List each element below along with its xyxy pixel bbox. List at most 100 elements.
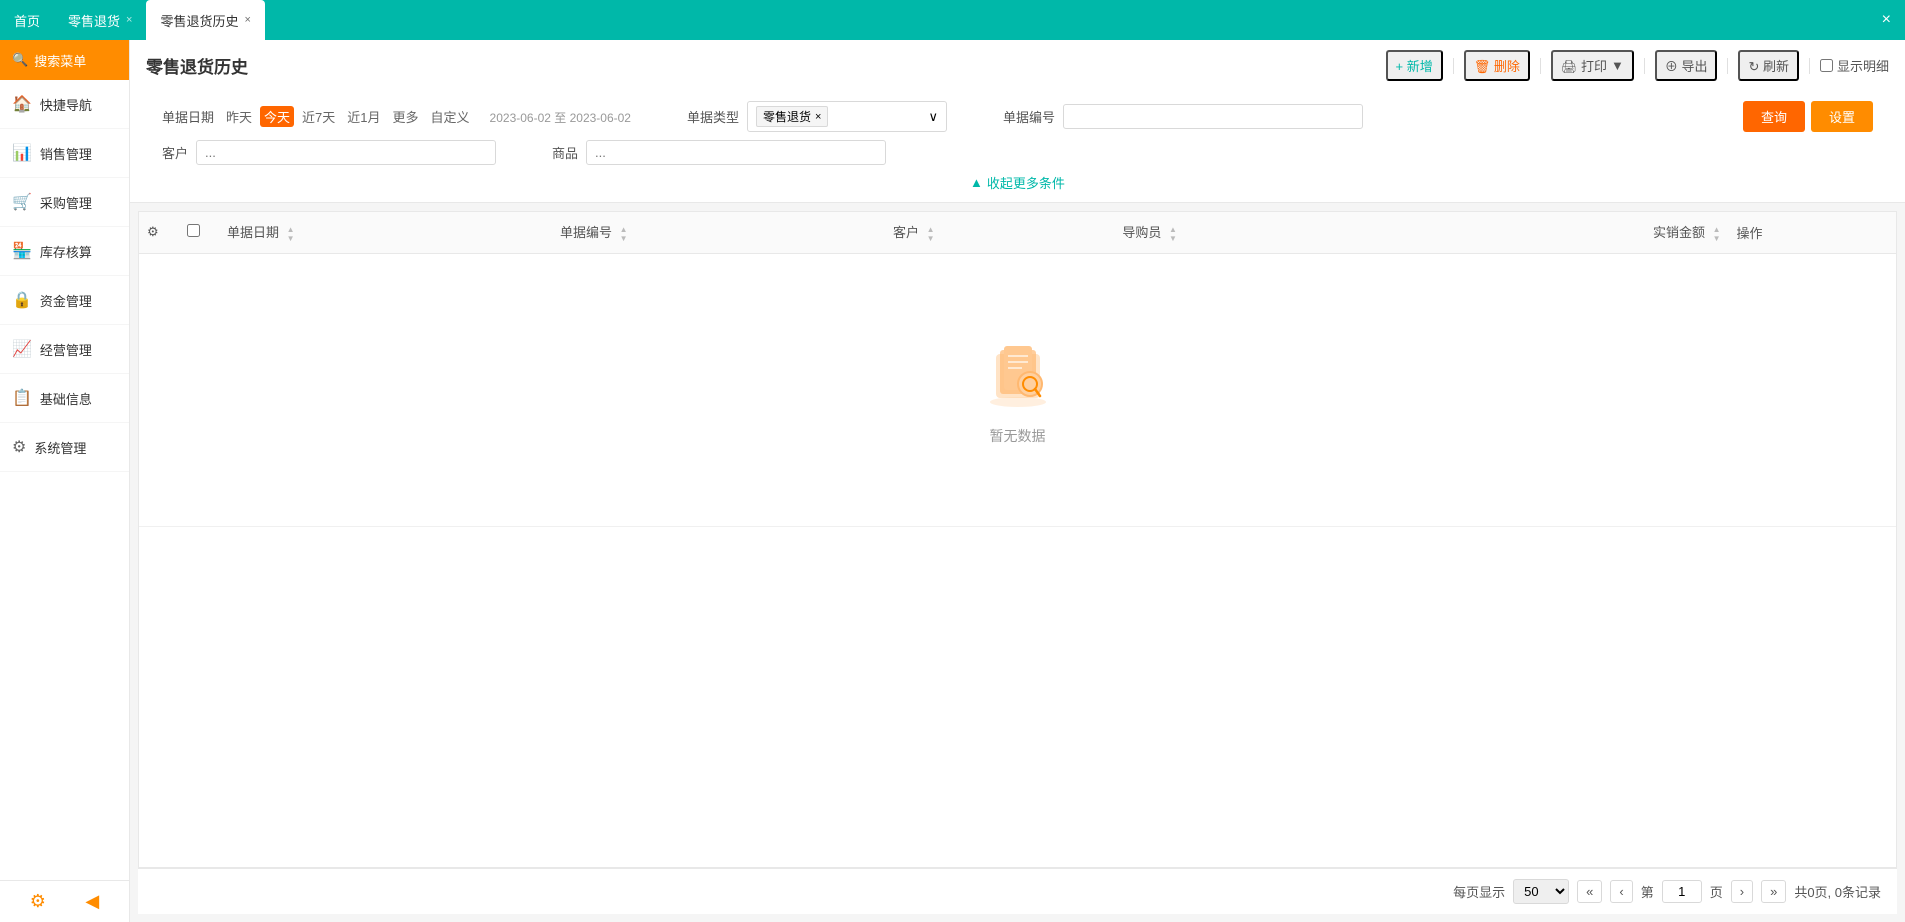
sidebar: 🔍 搜索菜单 🏠 快捷导航 📊 销售管理 🛒 采购管理 🏪 库存核算 🔒 资金管… [0, 40, 130, 922]
doc-type-dropdown-icon: ∨ [928, 109, 938, 125]
doc-type-filter-item: 单据类型 零售退货 × ∨ [687, 101, 947, 132]
th-date[interactable]: 单据日期 ▲ ▼ [219, 212, 552, 253]
page-number-input[interactable] [1662, 880, 1702, 903]
th-amount[interactable]: 实销金额 ▲ ▼ [1396, 212, 1729, 253]
delete-button[interactable]: 🗑 删除 [1464, 50, 1530, 81]
sales-icon: 📊 [12, 143, 32, 163]
prev-page-button[interactable]: ‹ [1610, 880, 1632, 903]
th-guide[interactable]: 导购员 ▲ ▼ [1114, 212, 1395, 253]
toolbar-divider-4 [1727, 58, 1728, 74]
customer-sort-icons: ▲ ▼ [927, 225, 935, 243]
customer-filter-item: 客户 [162, 140, 496, 165]
setting-button[interactable]: 设置 [1811, 101, 1873, 132]
date-range-display: 2023-06-02 至 2023-06-02 [490, 109, 631, 126]
display-detail-input[interactable] [1820, 59, 1833, 72]
doc-number-input[interactable] [1063, 104, 1363, 129]
per-page-select[interactable]: 50 10 20 100 [1513, 879, 1569, 904]
sidebar-item-system[interactable]: ⚙ 系统管理 [0, 423, 129, 472]
tab-retail-return-close[interactable]: × [126, 14, 132, 26]
export-button[interactable]: ⊕ 导出 [1655, 50, 1718, 81]
date-shortcut-custom[interactable]: 自定义 [427, 106, 474, 127]
search-icon: 🔍 [12, 52, 28, 68]
window-close-button[interactable]: × [1882, 11, 1891, 29]
tab-retail-return-history-close[interactable]: × [244, 14, 250, 26]
filter-row-2: 客户 商品 [162, 140, 1873, 165]
date-filter-label: 单据日期 [162, 107, 214, 126]
toolbar-divider-1 [1453, 58, 1454, 74]
per-page-label: 每页显示 [1453, 882, 1505, 901]
print-dropdown-icon: ▼ [1611, 58, 1624, 73]
toolbar-divider-5 [1809, 58, 1810, 74]
refresh-button[interactable]: ↻ 刷新 [1738, 50, 1799, 81]
last-page-button[interactable]: » [1761, 880, 1786, 903]
filter-actions: 查询 设置 [1743, 101, 1873, 132]
inventory-icon: 🏪 [12, 241, 32, 261]
filter-area: 单据日期 昨天 今天 近7天 近1月 更多 自定义 2023-06-02 至 2… [146, 91, 1889, 202]
page-header: 零售退货历史 + 新增 🗑 删除 🖨 打印 ▼ [130, 40, 1905, 203]
date-shortcut-7days[interactable]: 近7天 [298, 106, 339, 127]
date-shortcut-1month[interactable]: 近1月 [343, 106, 384, 127]
date-filter-item: 单据日期 昨天 今天 近7天 近1月 更多 自定义 [162, 106, 474, 127]
sidebar-item-sales[interactable]: 📊 销售管理 [0, 129, 129, 178]
th-action: 操作 [1729, 212, 1896, 253]
next-page-button[interactable]: › [1731, 880, 1753, 903]
empty-state: 暂无数据 [139, 254, 1896, 526]
first-page-button[interactable]: « [1577, 880, 1602, 903]
doc-type-tag: 零售退货 × [756, 106, 828, 127]
pagination-bar: 每页显示 50 10 20 100 « ‹ 第 页 › » 共0页, 0条记录 [138, 868, 1897, 914]
purchase-icon: 🛒 [12, 192, 32, 212]
product-input[interactable] [586, 140, 886, 165]
print-button[interactable]: 🖨 打印 ▼ [1551, 50, 1634, 81]
page-title-row: 零售退货历史 + 新增 🗑 删除 🖨 打印 ▼ [146, 50, 1889, 81]
sidebar-settings-button[interactable]: ⚙ [30, 891, 46, 912]
page-label: 第 [1641, 882, 1654, 901]
toolbar-divider-3 [1644, 58, 1645, 74]
tab-retail-return-history[interactable]: 零售退货历史 × [146, 0, 264, 40]
th-settings[interactable]: ⚙ [139, 212, 179, 253]
doc-number-label: 单据编号 [1003, 107, 1055, 126]
page-unit: 页 [1710, 882, 1723, 901]
date-sort-icons: ▲ ▼ [287, 225, 295, 243]
display-detail-checkbox[interactable]: 显示明细 [1820, 56, 1889, 75]
sidebar-item-purchase[interactable]: 🛒 采购管理 [0, 178, 129, 227]
sidebar-item-quick-nav[interactable]: 🏠 快捷导航 [0, 80, 129, 129]
doc-type-select[interactable]: 零售退货 × ∨ [747, 101, 947, 132]
date-shortcut-yesterday[interactable]: 昨天 [222, 106, 256, 127]
finance-icon: 🔒 [12, 290, 32, 310]
table-header: ⚙ 单据日期 ▲ ▼ 单据编号 [139, 212, 1896, 253]
th-customer[interactable]: 客户 ▲ ▼ [885, 212, 1114, 253]
customer-label: 客户 [162, 143, 188, 162]
doc-number-filter-item: 单据编号 [1003, 104, 1363, 129]
sidebar-bottom: ⚙ ◀ [0, 880, 129, 922]
date-shortcut-today[interactable]: 今天 [260, 106, 294, 127]
operations-icon: 📈 [12, 339, 32, 359]
query-button[interactable]: 查询 [1743, 101, 1805, 132]
new-button[interactable]: + 新增 [1386, 50, 1443, 81]
sidebar-item-inventory[interactable]: 🏪 库存核算 [0, 227, 129, 276]
th-checkbox[interactable] [179, 212, 219, 253]
customer-input[interactable] [196, 140, 496, 165]
sidebar-search[interactable]: 🔍 搜索菜单 [0, 40, 129, 80]
settings-icon: ⚙ [147, 224, 159, 239]
doc-type-tag-close[interactable]: × [815, 111, 821, 123]
sidebar-item-base-info[interactable]: 📋 基础信息 [0, 374, 129, 423]
empty-state-cell: 暂无数据 [139, 253, 1896, 526]
date-range-item: 2023-06-02 至 2023-06-02 [490, 107, 631, 126]
product-filter-item: 商品 [552, 140, 886, 165]
sidebar-collapse-button[interactable]: ◀ [85, 891, 99, 912]
date-shortcut-more[interactable]: 更多 [389, 106, 423, 127]
page-title: 零售退货历史 [146, 53, 248, 78]
collapse-icon: ▲ [970, 175, 983, 190]
select-all-checkbox[interactable] [187, 224, 200, 237]
amount-sort-icons: ▲ ▼ [1713, 225, 1721, 243]
total-text: 共0页, 0条记录 [1794, 882, 1881, 901]
tab-retail-return[interactable]: 零售退货 × [54, 0, 146, 40]
table-container: ⚙ 单据日期 ▲ ▼ 单据编号 [138, 211, 1897, 868]
th-number[interactable]: 单据编号 ▲ ▼ [552, 212, 885, 253]
toolbar: + 新增 🗑 删除 🖨 打印 ▼ ⊕ 导出 [1386, 50, 1890, 81]
sidebar-item-operations[interactable]: 📈 经营管理 [0, 325, 129, 374]
tab-home[interactable]: 首页 [0, 0, 54, 40]
sidebar-item-finance[interactable]: 🔒 资金管理 [0, 276, 129, 325]
collapse-button[interactable]: ▲ 收起更多条件 [970, 173, 1065, 192]
product-label: 商品 [552, 143, 578, 162]
